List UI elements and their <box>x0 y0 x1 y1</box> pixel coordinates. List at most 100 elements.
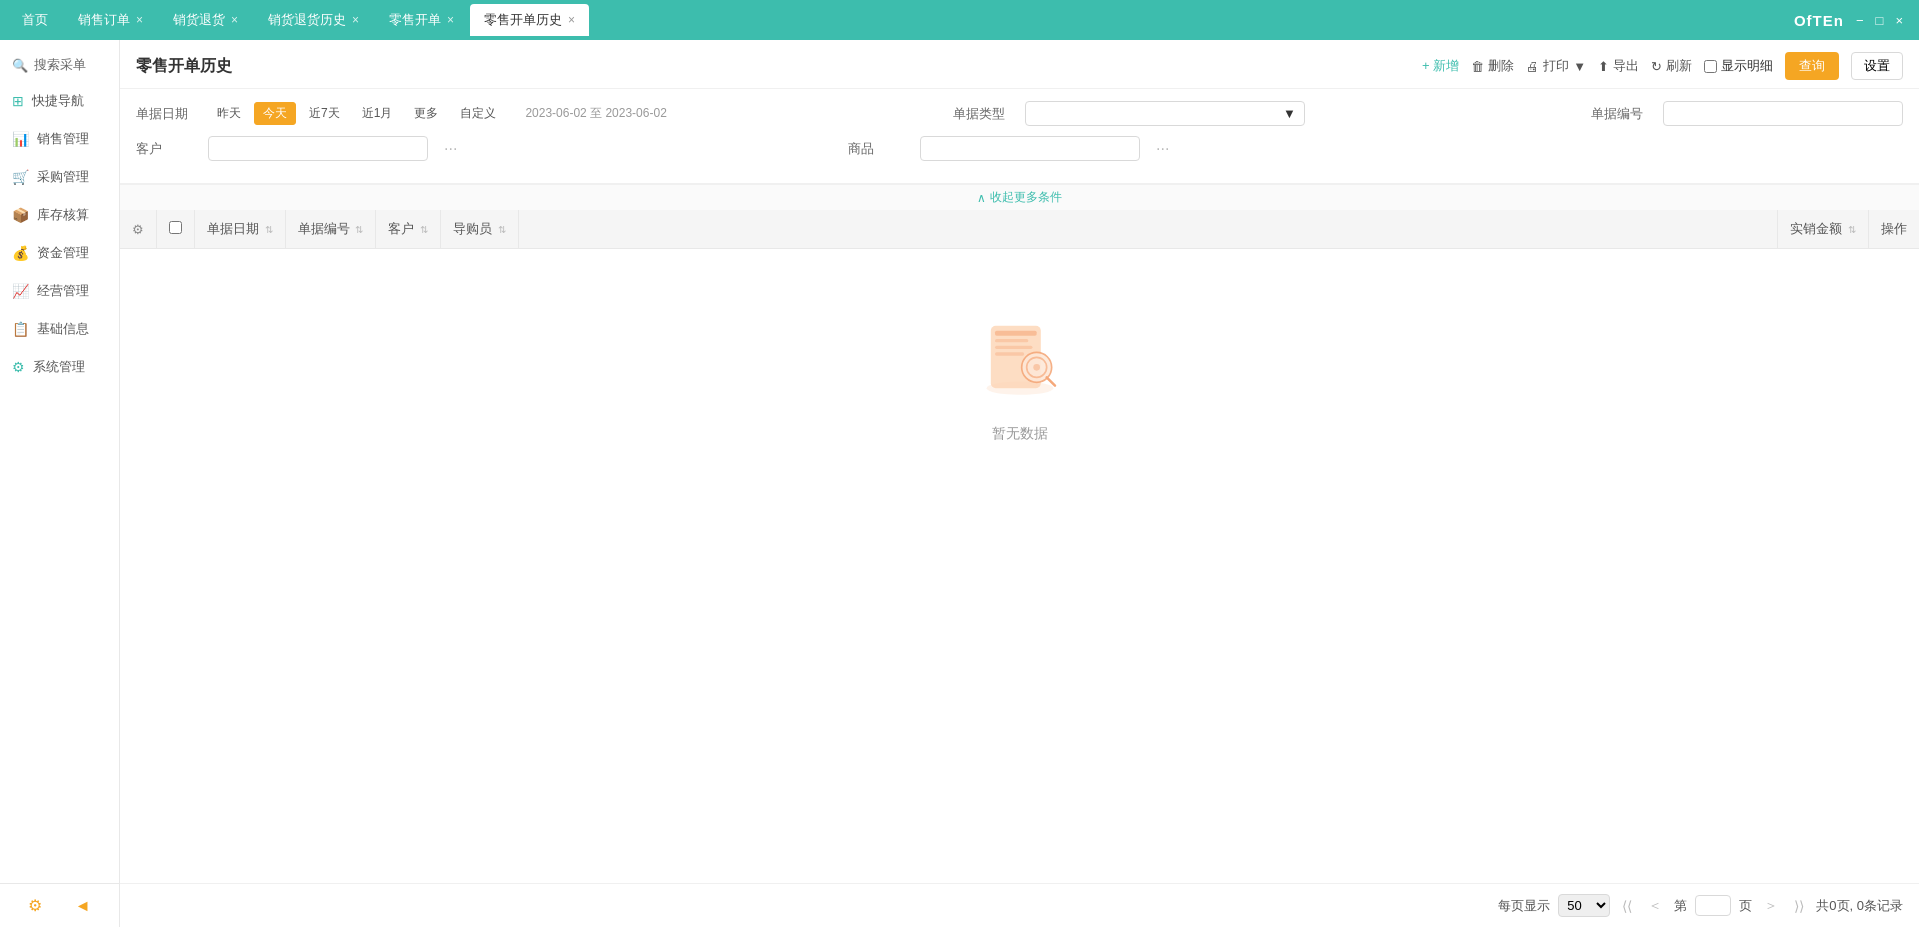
table-container: ⚙ 单据日期 ⇅ 单据编号 ⇅ <box>120 210 1919 883</box>
date-btn-more[interactable]: 更多 <box>405 102 447 125</box>
date-btn-last7[interactable]: 近7天 <box>300 102 349 125</box>
collapse-icon[interactable]: ◄ <box>75 897 91 915</box>
per-page-select[interactable]: 102050100 <box>1558 894 1610 917</box>
doc-number-input[interactable] <box>1663 101 1903 126</box>
doc-number-label: 单据编号 <box>1591 105 1647 123</box>
tab-label-sales-return-history: 销货退货历史 <box>268 11 346 29</box>
tab-sales-return-history[interactable]: 销货退货历史 × <box>254 4 373 36</box>
settings-button[interactable]: 设置 <box>1851 52 1903 80</box>
date-btn-yesterday[interactable]: 昨天 <box>208 102 250 125</box>
query-button[interactable]: 查询 <box>1785 52 1839 80</box>
col-number-sort[interactable]: ⇅ <box>355 224 363 235</box>
sidebar-item-inventory[interactable]: 📦 库存核算 <box>0 196 119 234</box>
add-button[interactable]: + 新增 <box>1422 57 1459 75</box>
empty-state: 暂无数据 <box>120 249 1919 503</box>
tab-sales-order[interactable]: 销售订单× <box>64 4 157 36</box>
product-input[interactable] <box>920 136 1140 161</box>
close-btn[interactable]: × <box>1895 13 1903 28</box>
page-next-btn[interactable]: ＞ <box>1760 895 1782 917</box>
sidebar-item-finance[interactable]: 💰 资金管理 <box>0 234 119 272</box>
col-customer-sort[interactable]: ⇅ <box>420 224 428 235</box>
date-btn-custom[interactable]: 自定义 <box>451 102 505 125</box>
sidebar-icon-inventory: 📦 <box>12 207 29 223</box>
empty-state-cell: 暂无数据 <box>120 249 1919 504</box>
sidebar-item-system[interactable]: ⚙ 系统管理 <box>0 348 119 386</box>
table-settings-header: ⚙ <box>120 210 157 249</box>
tab-close-retail-open-history[interactable]: × <box>568 13 575 27</box>
sidebar-icon-sales: 📊 <box>12 131 29 147</box>
print-button[interactable]: 🖨 打印 ▼ <box>1526 57 1586 75</box>
sidebar-item-purchase[interactable]: 🛒 采购管理 <box>0 158 119 196</box>
collapse-bar[interactable]: ∧ 收起更多条件 <box>120 184 1919 210</box>
date-btn-last_month[interactable]: 近1月 <box>353 102 402 125</box>
tab-close-sales-return-history[interactable]: × <box>352 13 359 27</box>
doc-type-select[interactable]: ▼ <box>1025 101 1305 126</box>
minimize-btn[interactable]: − <box>1856 13 1864 28</box>
col-amount-sort[interactable]: ⇅ <box>1848 224 1856 235</box>
page-content: 零售开单历史 + 新增 🗑 删除 🖨 打印 ▼ ⬆ 导出 <box>120 40 1919 927</box>
tab-home[interactable]: 首页 <box>8 4 62 36</box>
sidebar-icon-system: ⚙ <box>12 359 25 375</box>
sidebar-bottom: ⚙ ◄ <box>0 883 119 927</box>
col-date-sort[interactable]: ⇅ <box>265 224 273 235</box>
print-icon: 🖨 <box>1526 59 1539 74</box>
sidebar-label-operations: 经营管理 <box>37 282 89 300</box>
sidebar-label-finance: 资金管理 <box>37 244 89 262</box>
page-prev-btn[interactable]: ＜ <box>1644 895 1666 917</box>
delete-label: 删除 <box>1488 57 1514 75</box>
product-dots-btn[interactable]: ··· <box>1156 140 1169 158</box>
delete-button[interactable]: 🗑 删除 <box>1471 57 1514 75</box>
brand-label: OfTEn <box>1794 12 1844 29</box>
window-controls: OfTEn − □ × <box>1794 12 1911 29</box>
sidebar-label-inventory: 库存核算 <box>37 206 89 224</box>
svg-rect-5 <box>995 352 1024 355</box>
settings-icon[interactable]: ⚙ <box>28 896 42 915</box>
export-button[interactable]: ⬆ 导出 <box>1598 57 1639 75</box>
tab-retail-open-history[interactable]: 零售开单历史× <box>470 4 589 36</box>
display-detail-checkbox[interactable] <box>1704 60 1717 73</box>
pagination-bar: 每页显示 102050100 ⟨⟨ ＜ 第 1 页 ＞ ⟩⟩ 共0页, 0条记录 <box>120 883 1919 927</box>
sidebar-item-base-info[interactable]: 📋 基础信息 <box>0 310 119 348</box>
svg-rect-3 <box>995 339 1028 342</box>
col-operation: 操作 <box>1869 210 1920 249</box>
date-btn-today[interactable]: 今天 <box>254 102 296 125</box>
print-dropdown-icon: ▼ <box>1573 59 1586 74</box>
filter-row-1: 单据日期 昨天今天近7天近1月更多自定义 2023-06-02 至 2023-0… <box>136 101 1903 126</box>
sidebar-search[interactable]: 🔍 搜索采单 <box>0 48 119 82</box>
tab-label-home: 首页 <box>22 11 48 29</box>
page-suffix: 页 <box>1739 897 1752 915</box>
refresh-label: 刷新 <box>1666 57 1692 75</box>
display-detail-toggle[interactable]: 显示明细 <box>1704 57 1773 75</box>
tab-label-retail-open: 零售开单 <box>389 11 441 29</box>
maximize-btn[interactable]: □ <box>1876 13 1884 28</box>
tab-sales-return[interactable]: 销货退货× <box>159 4 252 36</box>
col-date: 单据日期 ⇅ <box>195 210 286 249</box>
refresh-icon: ↻ <box>1651 59 1662 74</box>
page-input[interactable]: 1 <box>1695 895 1731 916</box>
tab-list: 首页销售订单×销货退货×销货退货历史×零售开单×零售开单历史× <box>8 4 589 36</box>
table-checkbox-header <box>157 210 195 249</box>
print-label: 打印 <box>1543 57 1569 75</box>
col-guide-sort[interactable]: ⇅ <box>498 224 506 235</box>
tab-close-sales-order[interactable]: × <box>136 13 143 27</box>
select-all-checkbox[interactable] <box>169 221 182 234</box>
col-guide: 导购员 ⇅ <box>440 210 518 249</box>
tab-retail-open[interactable]: 零售开单 × <box>375 4 468 36</box>
data-table: ⚙ 单据日期 ⇅ 单据编号 ⇅ <box>120 210 1919 503</box>
tab-close-sales-return[interactable]: × <box>231 13 238 27</box>
page-header: 零售开单历史 + 新增 🗑 删除 🖨 打印 ▼ ⬆ 导出 <box>120 40 1919 89</box>
tab-close-retail-open[interactable]: × <box>447 13 454 27</box>
customer-dots-btn[interactable]: ··· <box>444 140 457 158</box>
page-first-btn[interactable]: ⟨⟨ <box>1618 896 1636 916</box>
sidebar-label-quick-nav: 快捷导航 <box>32 92 84 110</box>
sidebar-item-quick-nav[interactable]: ⊞ 快捷导航 <box>0 82 119 120</box>
svg-line-8 <box>1046 377 1054 385</box>
sidebar-item-operations[interactable]: 📈 经营管理 <box>0 272 119 310</box>
table-settings-icon[interactable]: ⚙ <box>132 222 144 237</box>
sidebar-item-sales[interactable]: 📊 销售管理 <box>0 120 119 158</box>
date-filter-label: 单据日期 <box>136 105 192 123</box>
refresh-button[interactable]: ↻ 刷新 <box>1651 57 1692 75</box>
empty-illustration <box>970 309 1070 409</box>
page-last-btn[interactable]: ⟩⟩ <box>1790 896 1808 916</box>
customer-input[interactable] <box>208 136 428 161</box>
